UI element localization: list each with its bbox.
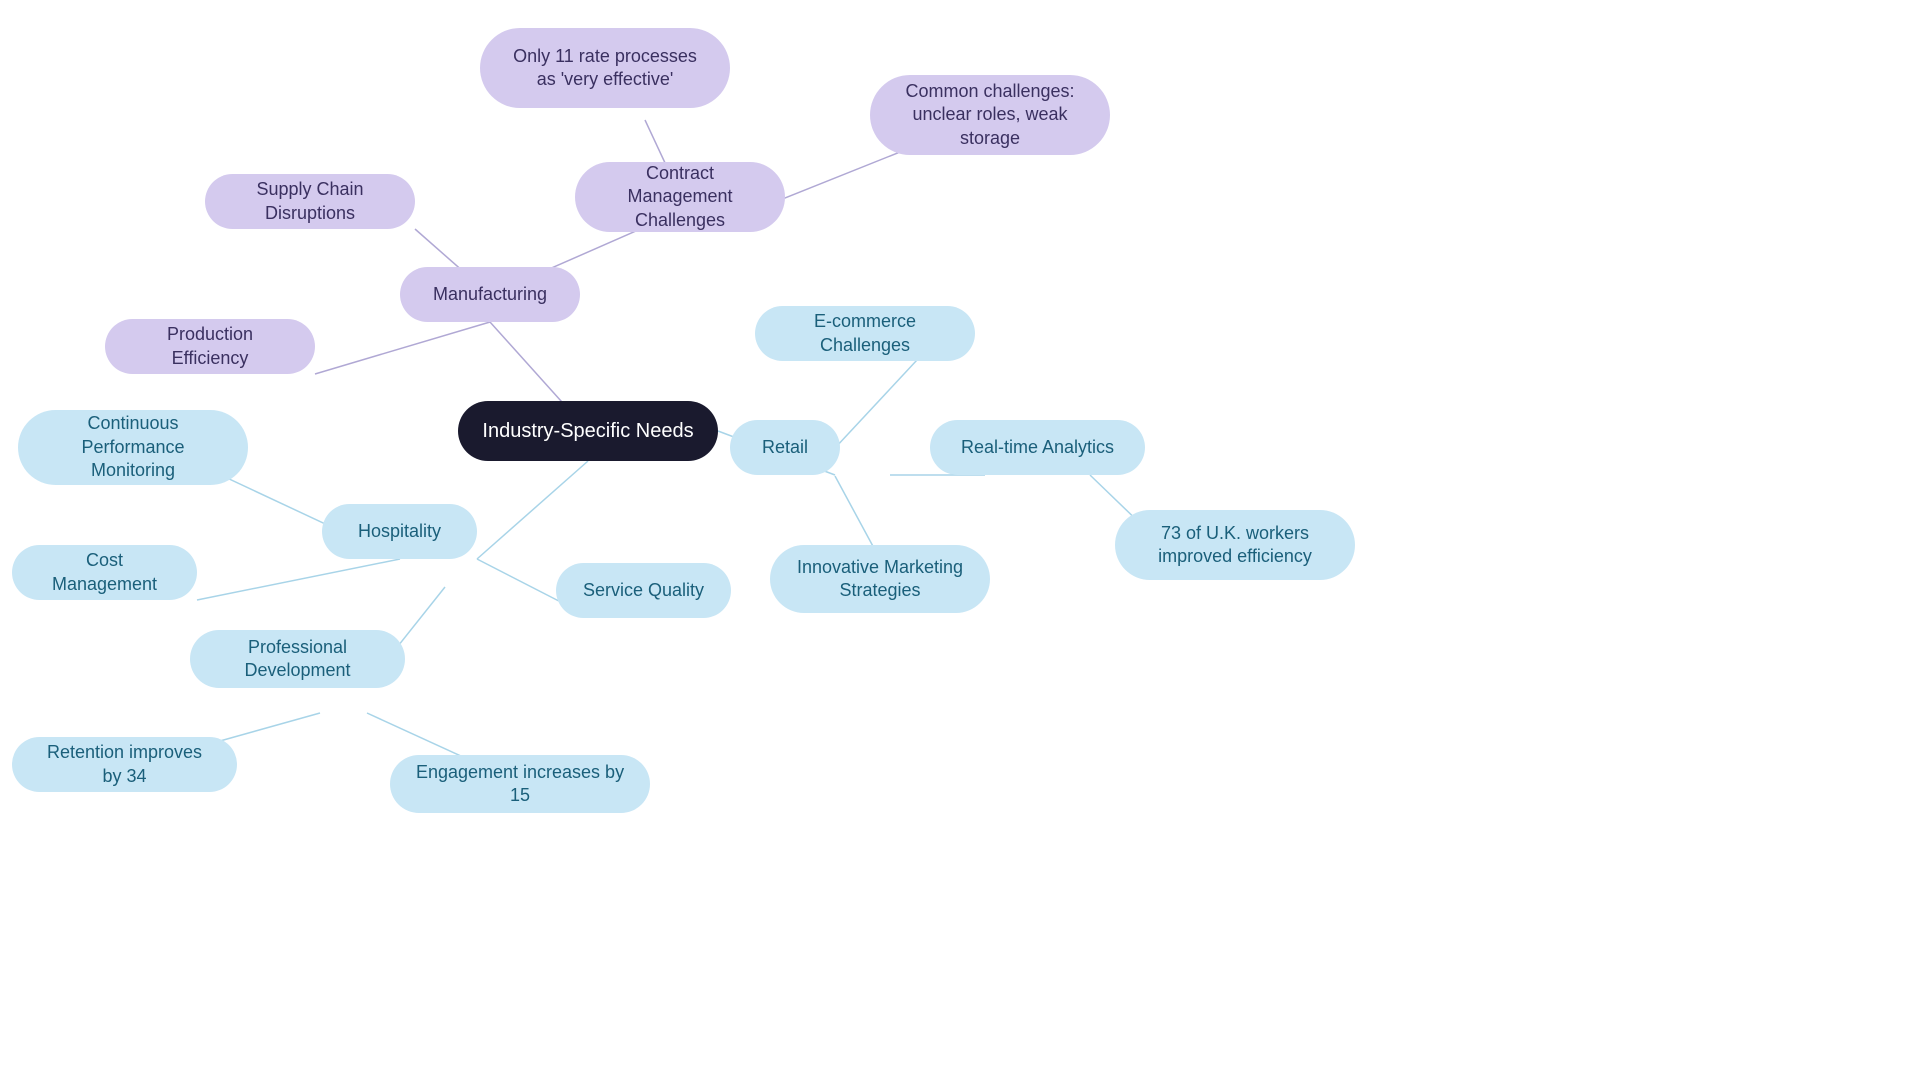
hospitality-node: Hospitality — [322, 504, 477, 559]
only11-node: Only 11 rate processes as 'very effectiv… — [480, 28, 730, 108]
retail-node: Retail — [730, 420, 840, 475]
service-quality-node: Service Quality — [556, 563, 731, 618]
center-node: Industry-Specific Needs — [458, 401, 718, 461]
professional-dev-node: Professional Development — [190, 630, 405, 688]
mind-map-connections — [0, 0, 1920, 1083]
uk-workers-node: 73 of U.K. workers improved efficiency — [1115, 510, 1355, 580]
cost-mgmt-node: Cost Management — [12, 545, 197, 600]
continuous-perf-node: Continuous Performance Monitoring — [18, 410, 248, 485]
supply-chain-node: Supply Chain Disruptions — [205, 174, 415, 229]
production-efficiency-node: Production Efficiency — [105, 319, 315, 374]
common-challenges-node: Common challenges: unclear roles, weak s… — [870, 75, 1110, 155]
innovative-mktg-node: Innovative Marketing Strategies — [770, 545, 990, 613]
engagement-node: Engagement increases by 15 — [390, 755, 650, 813]
ecommerce-node: E-commerce Challenges — [755, 306, 975, 361]
manufacturing-node: Manufacturing — [400, 267, 580, 322]
contract-mgmt-node: Contract Management Challenges — [575, 162, 785, 232]
retention-node: Retention improves by 34 — [12, 737, 237, 792]
realtime-analytics-node: Real-time Analytics — [930, 420, 1145, 475]
